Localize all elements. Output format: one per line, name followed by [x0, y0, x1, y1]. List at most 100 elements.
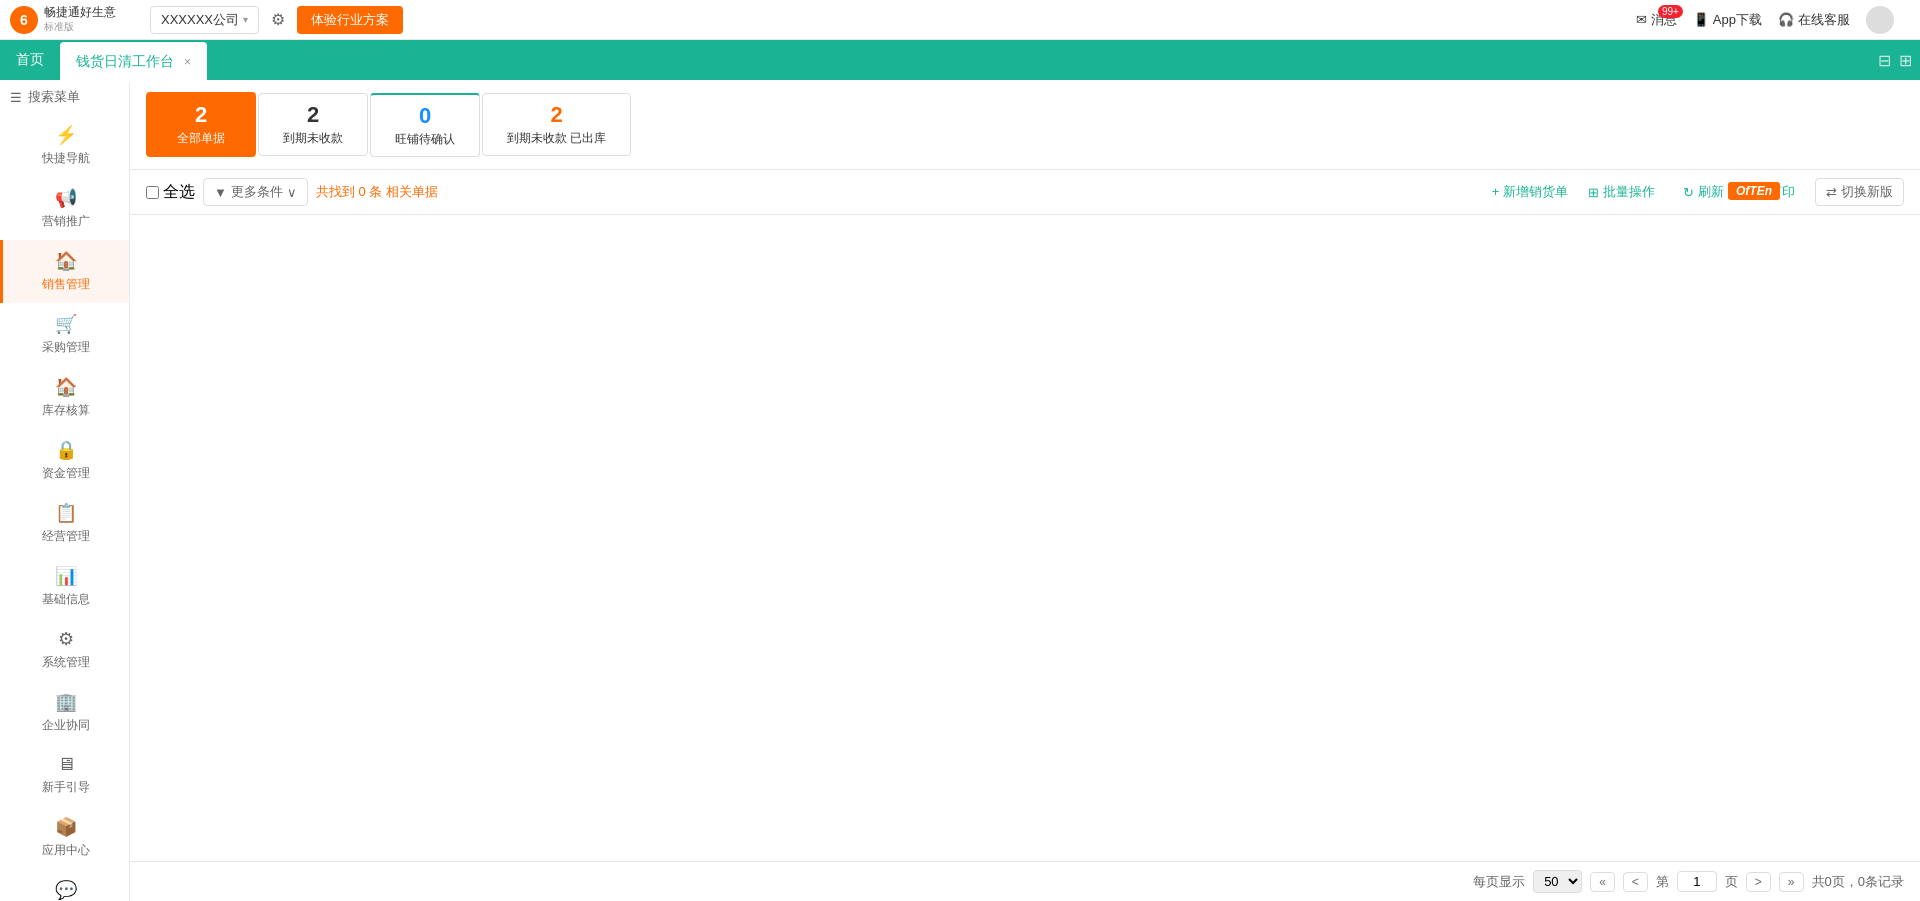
company-name: XXXXXX公司 [161, 11, 239, 29]
sidebar-label-app-center: 应用中心 [42, 842, 90, 859]
summary-card-all[interactable]: 2 全部单据 [146, 92, 256, 157]
system-icon: ⚙ [58, 628, 74, 650]
batch-button[interactable]: ⊞ 批量操作 [1580, 179, 1663, 205]
summary-cards: 2 全部单据 2 到期未收款 0 旺铺待确认 2 到期未收款 已出库 [130, 80, 1920, 170]
card-count-overdue: 2 [283, 102, 343, 128]
refresh-label: 刷新 [1698, 183, 1724, 201]
summary-card-wangpu[interactable]: 0 旺铺待确认 [370, 93, 480, 157]
sidebar-item-cooperation[interactable]: 🏢 企业协同 [0, 681, 129, 744]
tab-home[interactable]: 首页 [0, 40, 60, 80]
switch-version-button[interactable]: ⇄ 切换新版 [1815, 178, 1904, 206]
card-label-overdue: 到期未收款 [283, 130, 343, 147]
logo-area: 6 畅捷通好生意 标准版 [10, 5, 140, 35]
app-download-button[interactable]: 📱 App下载 [1693, 11, 1762, 29]
avatar[interactable] [1866, 6, 1894, 34]
message-icon: ✉ [1636, 12, 1647, 27]
nav-tabs-actions: ⊟ ⊞ [1878, 51, 1920, 70]
sidebar-label-quick-nav: 快捷导航 [42, 150, 90, 167]
online-service-label: 在线客服 [1798, 11, 1850, 29]
batch-icon: ⊞ [1588, 185, 1599, 200]
summary-card-overdue[interactable]: 2 到期未收款 [258, 93, 368, 156]
wechat-icon: 💬 [55, 879, 77, 901]
sidebar-item-app-center[interactable]: 📦 应用中心 [0, 806, 129, 869]
tab-close-icon[interactable]: × [184, 55, 191, 69]
sidebar-item-finance[interactable]: 🔒 资金管理 [0, 429, 129, 492]
finance-icon: 🔒 [55, 439, 77, 461]
card-label-all: 全部单据 [172, 130, 230, 147]
sidebar-label-inventory: 库存核算 [42, 402, 90, 419]
sidebar-item-business[interactable]: 📋 经营管理 [0, 492, 129, 555]
sidebar-label-guide: 新手引导 [42, 779, 90, 796]
summary-card-shipped[interactable]: 2 到期未收款 已出库 [482, 93, 631, 156]
filter-button[interactable]: ▼ 更多条件 ∨ [203, 178, 308, 206]
cooperation-icon: 🏢 [55, 691, 77, 713]
sidebar-item-purchase[interactable]: 🛒 采购管理 [0, 303, 129, 366]
card-count-shipped: 2 [507, 102, 606, 128]
per-page-select[interactable]: 50 [1533, 870, 1582, 893]
inventory-icon: 🏠 [55, 376, 77, 398]
main-layout: ☰ 搜索菜单 ⚡ 快捷导航 📢 营销推广 🏠 销售管理 🛒 采购管理 🏠 库存核… [0, 80, 1920, 901]
sidebar-search[interactable]: ☰ 搜索菜单 [0, 80, 129, 114]
sidebar-label-purchase: 采购管理 [42, 339, 90, 356]
often-badge: OfTEn [1728, 182, 1780, 200]
sidebar-item-system[interactable]: ⚙ 系统管理 [0, 618, 129, 681]
business-icon: 📋 [55, 502, 77, 524]
sidebar-label-sales: 销售管理 [42, 276, 90, 293]
total-label: 共0页，0条记录 [1812, 873, 1904, 891]
quick-nav-icon: ⚡ [55, 124, 77, 146]
sidebar-item-base-info[interactable]: 📊 基础信息 [0, 555, 129, 618]
guide-icon: 🖥 [57, 754, 75, 775]
found-count-value: 0 [359, 184, 366, 199]
sidebar-item-marketing[interactable]: 📢 营销推广 [0, 177, 129, 240]
logo-icon: 6 [10, 6, 38, 34]
sidebar-item-wechat[interactable]: 💬 企业微信 [0, 869, 129, 901]
nav-tabs-bar: 首页 钱货日清工作台 × ⊟ ⊞ [0, 40, 1920, 80]
sidebar-item-inventory[interactable]: 🏠 库存核算 [0, 366, 129, 429]
logo-text: 畅捷通好生意 标准版 [44, 5, 116, 35]
sidebar-item-guide[interactable]: 🖥 新手引导 [0, 744, 129, 806]
sidebar-item-quick-nav[interactable]: ⚡ 快捷导航 [0, 114, 129, 177]
sidebar-label-business: 经营管理 [42, 528, 90, 545]
app-center-icon: 📦 [55, 816, 77, 838]
first-page-button[interactable]: « [1590, 872, 1615, 892]
tab-expand-icon[interactable]: ⊞ [1899, 51, 1912, 70]
select-all-input[interactable] [146, 186, 159, 199]
table-area [130, 215, 1920, 861]
toolbar-left: 全选 ▼ 更多条件 ∨ 共找到 0 条 相关单据 [146, 178, 438, 206]
filter-label: 更多条件 [231, 183, 283, 201]
content-area: 2 全部单据 2 到期未收款 0 旺铺待确认 2 到期未收款 已出库 全选 [130, 80, 1920, 901]
chevron-down-icon: ▾ [243, 14, 248, 25]
messages-badge: 99+ [1658, 5, 1683, 18]
settings-icon[interactable]: ⚙ [267, 6, 289, 33]
next-page-button[interactable]: > [1746, 872, 1771, 892]
tab-collapse-icon[interactable]: ⊟ [1878, 51, 1891, 70]
batch-label: 批量操作 [1603, 183, 1655, 201]
sidebar: ☰ 搜索菜单 ⚡ 快捷导航 📢 营销推广 🏠 销售管理 🛒 采购管理 🏠 库存核… [0, 80, 130, 901]
messages-button[interactable]: ✉ 消息 99+ [1636, 11, 1677, 29]
online-service-button[interactable]: 🎧 在线客服 [1778, 11, 1850, 29]
sidebar-label-system: 系统管理 [42, 654, 90, 671]
page-input[interactable] [1677, 871, 1717, 892]
last-page-button[interactable]: » [1779, 872, 1804, 892]
company-selector[interactable]: XXXXXX公司 ▾ [150, 6, 259, 34]
marketing-icon: 📢 [55, 187, 77, 209]
refresh-button[interactable]: ↻ 刷新 [1675, 179, 1732, 205]
purchase-icon: 🛒 [55, 313, 77, 335]
filter-chevron-icon: ∨ [287, 185, 297, 200]
header-right: ✉ 消息 99+ 📱 App下载 🎧 在线客服 [1636, 6, 1910, 34]
search-icon: ☰ [10, 90, 22, 105]
card-count-all: 2 [172, 102, 230, 128]
sidebar-label-base-info: 基础信息 [42, 591, 90, 608]
sidebar-label-finance: 资金管理 [42, 465, 90, 482]
prev-page-button[interactable]: < [1623, 872, 1648, 892]
filter-icon: ▼ [214, 185, 227, 200]
sidebar-item-sales[interactable]: 🏠 销售管理 [0, 240, 129, 303]
trial-button[interactable]: 体验行业方案 [297, 6, 403, 34]
select-all-checkbox[interactable]: 全选 [146, 182, 195, 203]
tab-active[interactable]: 钱货日清工作台 × [60, 42, 207, 82]
page-unit: 页 [1725, 873, 1738, 891]
per-page-label: 每页显示 [1473, 873, 1525, 891]
add-sale-button[interactable]: + 新增销货单 [1492, 183, 1568, 201]
card-label-wangpu: 旺铺待确认 [395, 131, 455, 148]
found-count: 共找到 0 条 相关单据 [316, 183, 438, 201]
